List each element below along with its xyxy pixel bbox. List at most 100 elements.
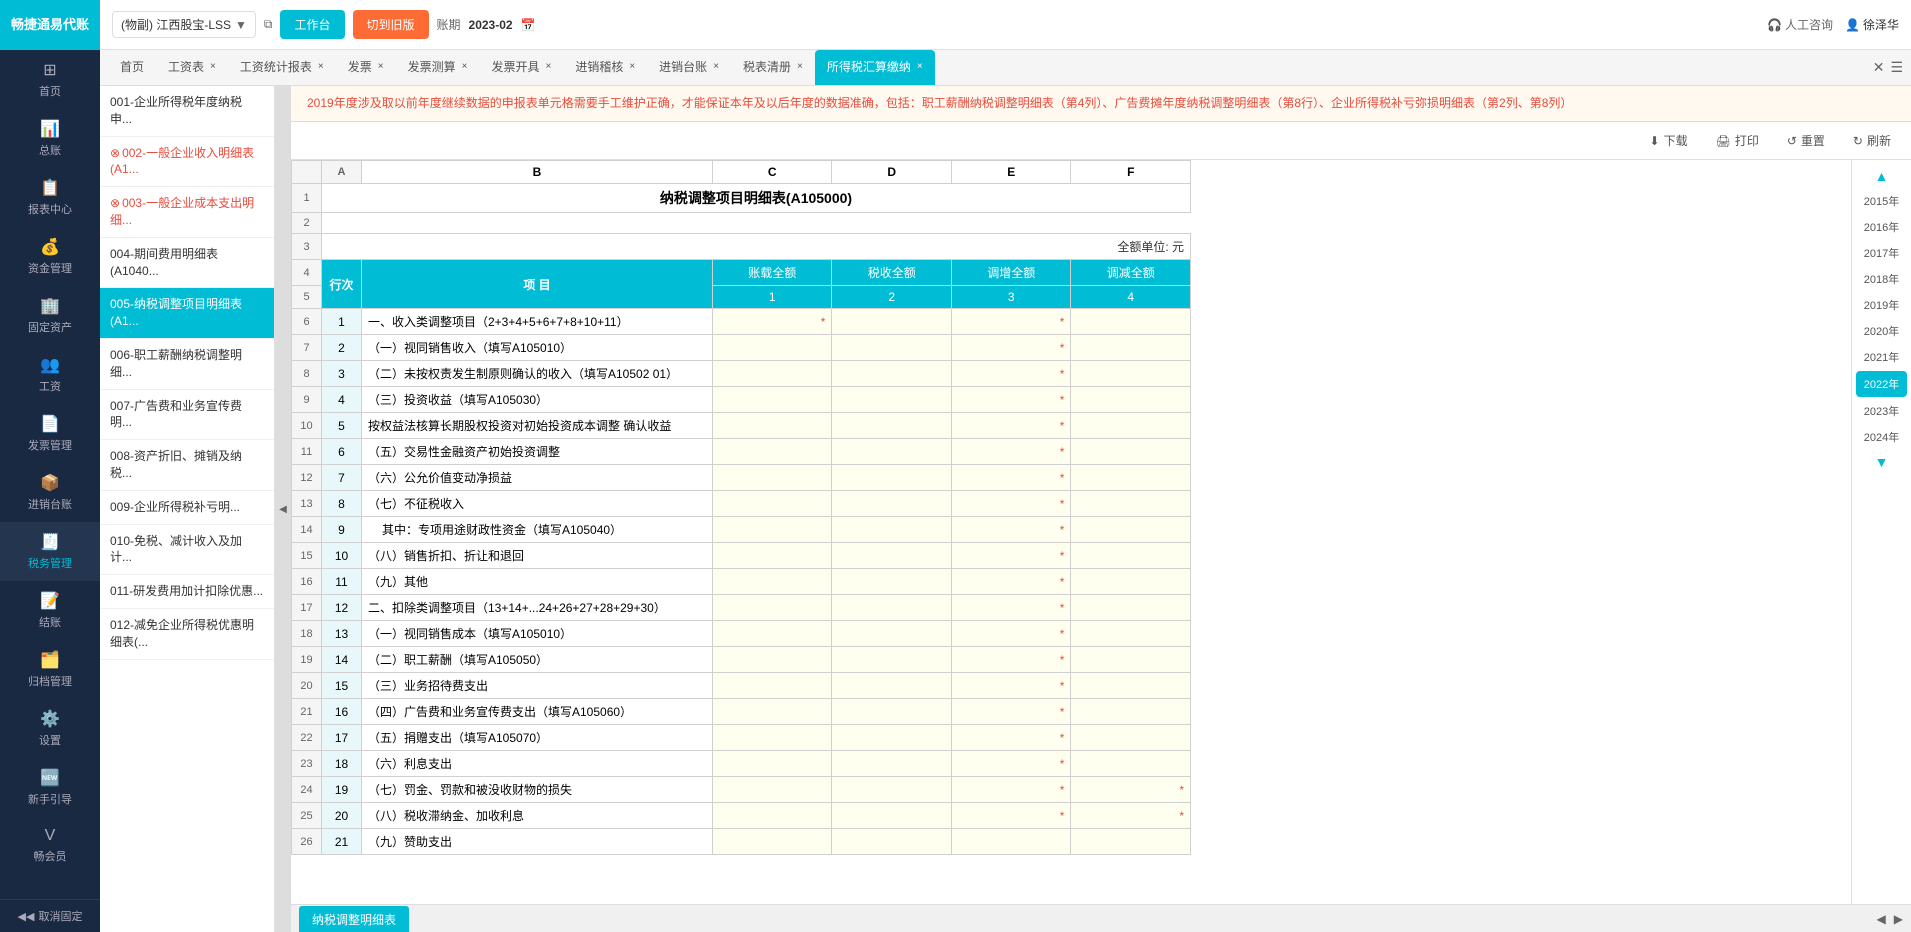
tab-close-tax-table[interactable]: × [797,61,803,72]
data-15-c2[interactable] [832,673,952,699]
year-2020[interactable]: 2020年 [1852,318,1911,344]
data-17-c2[interactable] [832,725,952,751]
data-1-c1[interactable]: * [712,309,832,335]
data-10-c4[interactable] [1071,543,1191,569]
data-12-c4[interactable] [1071,595,1191,621]
data-1-c3[interactable]: * [951,309,1071,335]
left-item-008[interactable]: 008-资产折旧、摊销及纳税... [100,440,274,491]
year-2017[interactable]: 2017年 [1852,240,1911,266]
year-2015[interactable]: 2015年 [1852,188,1911,214]
data-14-c1[interactable] [712,647,832,673]
data-5-c1[interactable] [712,413,832,439]
data-9-c3[interactable]: * [951,517,1071,543]
year-2024[interactable]: 2024年 [1852,424,1911,450]
consult-button[interactable]: 🎧 人工咨询 [1767,16,1833,33]
data-1-c2[interactable] [832,309,952,335]
year-2018[interactable]: 2018年 [1852,266,1911,292]
bottom-scroll-right[interactable]: ▶ [1894,912,1903,926]
data-2-c4[interactable] [1071,335,1191,361]
tab-salary-stats[interactable]: 工资统计报表 × [228,50,336,85]
sidebar-item-finance[interactable]: 💰 资金管理 [0,227,100,286]
tab-close-purchase-check[interactable]: × [629,61,635,72]
data-12-c2[interactable] [832,595,952,621]
data-10-c2[interactable] [832,543,952,569]
sidebar-item-archive[interactable]: 🗂️ 归档管理 [0,640,100,699]
left-item-010[interactable]: 010-免税、减计收入及加计... [100,525,274,576]
tab-home[interactable]: 首页 [108,50,156,85]
sidebar-item-assets[interactable]: 🏢 固定资产 [0,286,100,345]
data-21-c4[interactable] [1071,829,1191,855]
tab-close-salary-stats[interactable]: × [318,61,324,72]
year-2022[interactable]: 2022年 [1856,371,1907,397]
bottom-tab-adjust[interactable]: 纳税调整明细表 [299,906,409,932]
left-item-011[interactable]: 011-研发费用加计扣除优惠... [100,575,274,609]
tab-invoice[interactable]: 发票 × [336,50,396,85]
data-13-c2[interactable] [832,621,952,647]
data-11-c3[interactable]: * [951,569,1071,595]
data-7-c2[interactable] [832,465,952,491]
data-20-c2[interactable] [832,803,952,829]
data-4-c4[interactable] [1071,387,1191,413]
tab-invoice-calc[interactable]: 发票测算 × [396,50,480,85]
data-3-c3[interactable]: * [951,361,1071,387]
data-11-c4[interactable] [1071,569,1191,595]
tab-tax-table[interactable]: 税表清册 × [731,50,815,85]
data-13-c3[interactable]: * [951,621,1071,647]
tab-close-income-tax[interactable]: × [917,61,923,72]
left-item-002[interactable]: ⊗002-一般企业收入明细表(A1... [100,137,274,188]
tab-close-invoice-open[interactable]: × [545,61,551,72]
year-2023[interactable]: 2023年 [1852,398,1911,424]
data-11-c1[interactable] [712,569,832,595]
data-13-c4[interactable] [1071,621,1191,647]
data-2-c3[interactable]: * [951,335,1071,361]
data-16-c4[interactable] [1071,699,1191,725]
data-16-c3[interactable]: * [951,699,1071,725]
data-7-c4[interactable] [1071,465,1191,491]
data-18-c4[interactable] [1071,751,1191,777]
data-3-c4[interactable] [1071,361,1191,387]
data-14-c4[interactable] [1071,647,1191,673]
bottom-scroll-left[interactable]: ◀ [1877,912,1886,926]
data-5-c2[interactable] [832,413,952,439]
old-version-button[interactable]: 切到旧版 [353,10,429,39]
print-button[interactable]: 🖨 打印 [1708,128,1767,153]
data-21-c2[interactable] [832,829,952,855]
left-item-001[interactable]: 001-企业所得税年度纳税申... [100,86,274,137]
year-down-button[interactable]: ▼ [1871,450,1893,474]
data-12-c1[interactable] [712,595,832,621]
tab-purchase-check[interactable]: 进销稽核 × [563,50,647,85]
data-20-c1[interactable] [712,803,832,829]
tab-salary[interactable]: 工资表 × [156,50,228,85]
data-15-c4[interactable] [1071,673,1191,699]
data-4-c2[interactable] [832,387,952,413]
data-17-c1[interactable] [712,725,832,751]
sidebar-item-reports[interactable]: 📋 报表中心 [0,168,100,227]
tab-close-invoice[interactable]: × [378,61,384,72]
data-2-c2[interactable] [832,335,952,361]
sidebar-item-settings[interactable]: ⚙️ 设置 [0,699,100,758]
data-9-c1[interactable] [712,517,832,543]
sidebar-item-home[interactable]: ⊞ 首页 [0,50,100,109]
sidebar-item-salary[interactable]: 👥 工资 [0,345,100,404]
data-6-c1[interactable] [712,439,832,465]
sidebar-item-vip[interactable]: V 畅会员 [0,817,100,874]
data-17-c4[interactable] [1071,725,1191,751]
data-19-c3[interactable]: * [951,777,1071,803]
worktable-button[interactable]: 工作台 [280,10,344,39]
year-2021[interactable]: 2021年 [1852,344,1911,370]
data-6-c3[interactable]: * [951,439,1071,465]
data-20-c3[interactable]: * [951,803,1071,829]
data-16-c1[interactable] [712,699,832,725]
data-19-c1[interactable] [712,777,832,803]
unpin-button[interactable]: ◀◀ 取消固定 [0,899,100,932]
data-6-c2[interactable] [832,439,952,465]
data-4-c1[interactable] [712,387,832,413]
sidebar-item-ledger[interactable]: 📊 总账 [0,109,100,168]
download-button[interactable]: ⬇ 下载 [1642,128,1696,153]
tab-invoice-open[interactable]: 发票开具 × [479,50,563,85]
left-item-005[interactable]: 005-纳税调整项目明细表(A1... [100,288,274,339]
left-item-003[interactable]: ⊗003-一般企业成本支出明细... [100,187,274,238]
calendar-icon[interactable]: 📅 [521,18,536,32]
data-6-c4[interactable] [1071,439,1191,465]
data-19-c4[interactable]: * [1071,777,1191,803]
